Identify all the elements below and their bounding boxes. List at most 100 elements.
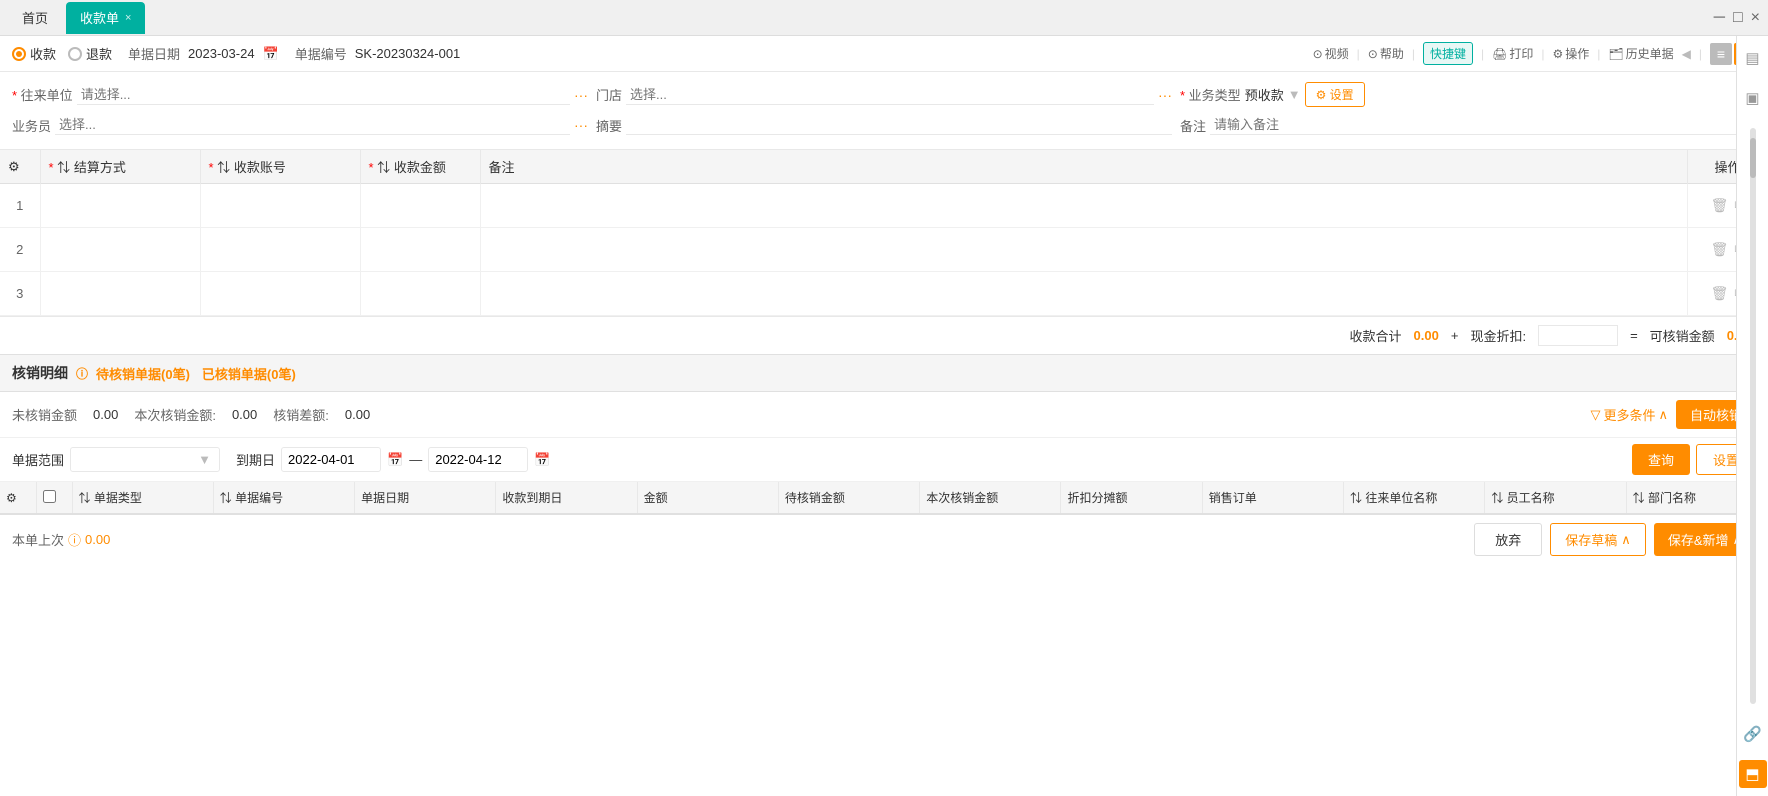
diff-value: 0.00 <box>345 407 370 422</box>
date-to-icon[interactable]: 📅 <box>534 452 550 468</box>
remarks-input[interactable] <box>1210 115 1756 135</box>
col-settings-header[interactable]: ⚙ <box>0 150 40 184</box>
counterpart-input[interactable] <box>77 85 570 105</box>
tab-receipt[interactable]: 收款单 × <box>66 2 145 34</box>
tab-pending[interactable]: 待核销单据(0笔) <box>96 364 190 383</box>
info-icon[interactable]: ⓘ <box>76 365 88 382</box>
abandon-btn[interactable]: 放弃 <box>1474 523 1542 556</box>
business-type-select[interactable]: 预收款 ▼ <box>1245 85 1301 104</box>
settlement-cell[interactable] <box>40 228 200 272</box>
minimize-icon[interactable]: ─ <box>1714 9 1725 27</box>
settlement-cell[interactable] <box>40 184 200 228</box>
sort-icon3: ⇅ <box>377 160 390 175</box>
range-arrow-icon: ▼ <box>198 452 211 467</box>
agent-input[interactable] <box>55 115 570 135</box>
shop-more-icon[interactable]: ··· <box>1158 87 1172 103</box>
sidebar-active-icon[interactable]: ⬒ <box>1739 760 1767 788</box>
amount-cell[interactable] <box>360 228 480 272</box>
sidebar-link-icon[interactable]: 🔗 <box>1739 720 1767 748</box>
view-list-btn[interactable]: ≡ <box>1710 43 1732 65</box>
business-type-field: 业务类型 预收款 ▼ ⚙ 设置 <box>1180 82 1756 107</box>
shop-field: 门店 ··· <box>596 85 1172 105</box>
shop-input[interactable] <box>626 85 1154 105</box>
business-type-arrow-icon: ▼ <box>1288 87 1301 102</box>
bt-sort-icon5: ⇅ <box>1633 491 1645 505</box>
bottom-bar: 本单上次 ⓘ 0.00 放弃 保存草稿 ∧ 保存&新增 ∧ <box>0 514 1768 564</box>
delete-icon[interactable]: 🗑 <box>1711 197 1729 214</box>
remarks-cell[interactable] <box>480 272 1688 316</box>
radio-refund[interactable]: 退款 <box>68 44 112 63</box>
reconcile-title: 核销明细 <box>12 363 68 383</box>
sidebar-scrollbar[interactable] <box>1750 128 1756 704</box>
agent-more-icon[interactable]: ··· <box>574 117 588 133</box>
counterpart-more-icon[interactable]: ··· <box>574 87 588 103</box>
close-icon[interactable]: × <box>1751 9 1760 27</box>
bt-col-counterpart: ⇅ 往来单位名称 <box>1344 482 1485 514</box>
settings-btn[interactable]: ⚙ 设置 <box>1305 82 1365 107</box>
amount-cell[interactable] <box>360 272 480 316</box>
remarks-cell[interactable] <box>480 228 1688 272</box>
settlement-cell[interactable] <box>40 272 200 316</box>
shortcut-btn[interactable]: 快捷键 <box>1423 42 1473 65</box>
delete-icon[interactable]: 🗑 <box>1711 285 1729 302</box>
agent-label: 业务员 <box>12 116 51 135</box>
doc-date-field: 单据日期 2023-03-24 📅 <box>128 44 279 63</box>
calendar-icon[interactable]: 📅 <box>263 46 279 62</box>
bt-col-pending: 待核销金额 <box>778 482 919 514</box>
tab-home[interactable]: 首页 <box>8 2 62 34</box>
more-conditions-btn[interactable]: ▽ 更多条件 ∧ <box>1590 405 1668 424</box>
bt-col-settings[interactable]: ⚙ <box>0 482 36 514</box>
bottom-info: 本单上次 ⓘ 0.00 <box>12 530 110 549</box>
reconcile-tabs: 待核销单据(0笔) 已核销单据(0笔) <box>96 364 296 383</box>
info-icon2[interactable]: ⓘ <box>68 530 81 549</box>
help-btn[interactable]: ⊙ 帮助 <box>1368 45 1404 62</box>
col-account-header: ⇅ 收款账号 <box>200 150 360 184</box>
toolbar: 收款 退款 单据日期 2023-03-24 📅 单据编号 SK-20230324… <box>0 36 1768 72</box>
amount-cell[interactable] <box>360 184 480 228</box>
bottom-table: ⚙ ⇅ 单据类型 ⇅ 单据编号 <box>0 482 1768 514</box>
range-select[interactable]: ▼ <box>70 447 220 472</box>
print-btn[interactable]: 🖨 打印 <box>1492 45 1533 62</box>
summary-input[interactable] <box>626 115 1172 135</box>
bt-sort-icon3: ⇅ <box>1350 491 1362 505</box>
nav-prev-icon[interactable]: ◀ <box>1682 47 1691 61</box>
account-cell[interactable] <box>200 272 360 316</box>
table-row: 3 🗑 ⧉ <box>0 272 1768 316</box>
doc-no-value: SK-20230324-001 <box>355 46 461 61</box>
col-remarks-header: 备注 <box>480 150 1688 184</box>
sidebar-table-icon[interactable]: ▤ <box>1739 44 1767 72</box>
account-cell[interactable] <box>200 228 360 272</box>
delete-icon[interactable]: 🗑 <box>1711 241 1729 258</box>
bt-col-doc-no: ⇅ 单据编号 <box>213 482 354 514</box>
discount-label: 现金折扣: <box>1470 326 1526 345</box>
query-btn[interactable]: 查询 <box>1632 444 1690 475</box>
operation-btn[interactable]: ⚙ 操作 <box>1552 45 1589 62</box>
bt-col-amount: 金额 <box>637 482 778 514</box>
select-all-checkbox[interactable] <box>43 490 56 503</box>
tab-done[interactable]: 已核销单据(0笔) <box>202 364 296 383</box>
date-from-input[interactable] <box>281 447 381 472</box>
diff-label: 核销差额: <box>273 405 329 424</box>
remarks-cell[interactable] <box>480 184 1688 228</box>
agent-field: 业务员 ··· <box>12 115 588 135</box>
maximize-icon[interactable]: □ <box>1733 9 1743 27</box>
tab-close-icon[interactable]: × <box>125 12 131 24</box>
main-container: 收款 退款 单据日期 2023-03-24 📅 单据编号 SK-20230324… <box>0 36 1768 796</box>
bt-col-checkbox[interactable] <box>36 482 72 514</box>
video-btn[interactable]: ⊙ 视频 <box>1313 45 1349 62</box>
radio-receipt[interactable]: 收款 <box>12 44 56 63</box>
reconcile-stats: 未核销金额 0.00 本次核销金额: 0.00 核销差额: 0.00 ▽ 更多条… <box>0 392 1768 438</box>
save-new-label: 保存&新增 <box>1668 530 1729 549</box>
range-field: 单据范围 ▼ <box>12 447 220 472</box>
date-from-icon[interactable]: 📅 <box>387 452 403 468</box>
summary-label: 摘要 <box>596 116 622 135</box>
date-to-input[interactable] <box>428 447 528 472</box>
reconcile-section-header: 核销明细 ⓘ 待核销单据(0笔) 已核销单据(0笔) <box>0 354 1768 392</box>
search-row: 单据范围 ▼ 到期日 📅 — 📅 查询 设置 <box>0 438 1768 482</box>
sidebar-grid-icon[interactable]: ▣ <box>1739 84 1767 112</box>
date-separator: — <box>409 452 422 467</box>
account-cell[interactable] <box>200 184 360 228</box>
discount-input[interactable] <box>1538 325 1618 346</box>
history-btn[interactable]: 🗂 历史单据 <box>1608 45 1673 62</box>
save-draft-btn[interactable]: 保存草稿 ∧ <box>1550 523 1646 556</box>
